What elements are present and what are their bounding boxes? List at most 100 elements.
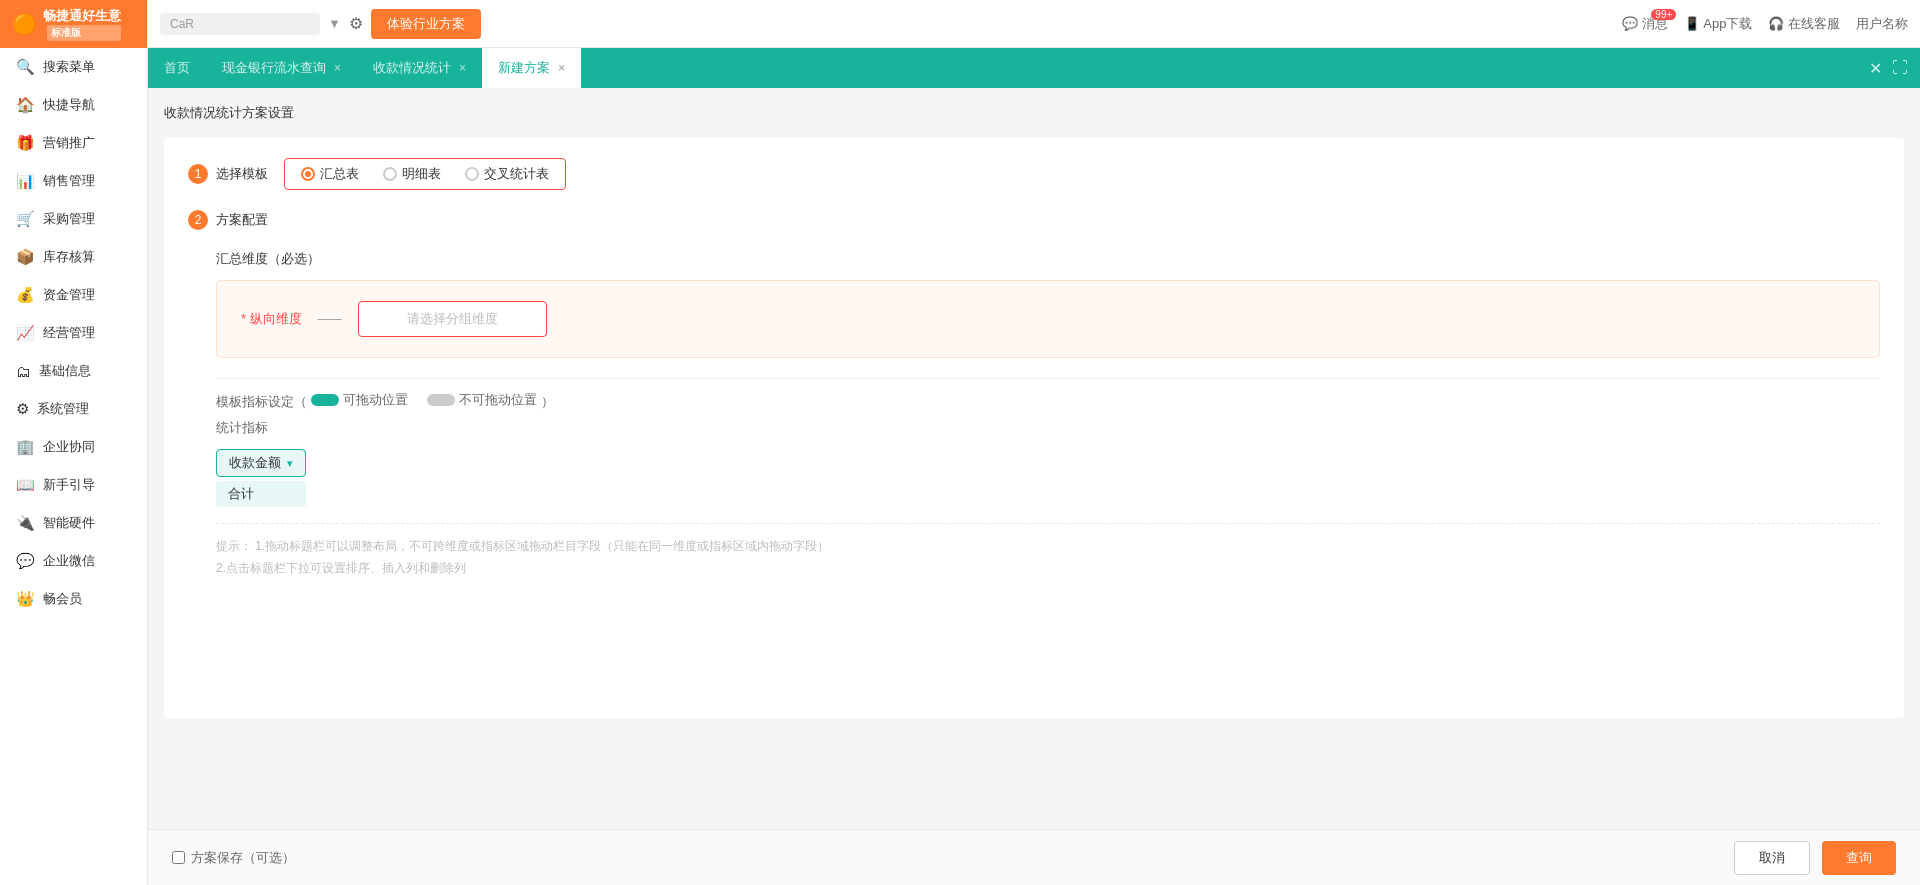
purchase-icon: 🛒: [16, 210, 35, 228]
sidebar-item-hardware[interactable]: 🔌 智能硬件: [0, 504, 147, 542]
hint-2: 2.点击标题栏下拉可设置排序、插入列和删除列: [216, 558, 1880, 580]
sidebar-item-finance[interactable]: 💰 资金管理: [0, 276, 147, 314]
sidebar-item-label: 库存核算: [43, 248, 95, 266]
basic-icon: 🗂: [16, 363, 31, 380]
step2-section: 2 方案配置 汇总维度（必选） * 纵向维度 —— 请选择分组维度: [188, 210, 1880, 579]
dim-row: * 纵向维度 —— 请选择分组维度: [241, 301, 1855, 337]
topbar-dropdown-arrow[interactable]: ▼: [328, 16, 341, 31]
indicator-section: 模板指标设定（ 可拖动位置 不可拖动位置 ）: [216, 391, 1880, 507]
sidebar-item-inventory[interactable]: 📦 库存核算: [0, 238, 147, 276]
radio-detail-dot: [383, 167, 397, 181]
sidebar-item-sales[interactable]: 📊 销售管理: [0, 162, 147, 200]
app-download-link[interactable]: 📱 App下载: [1684, 15, 1752, 33]
undraggable-toggle-off[interactable]: [427, 394, 455, 406]
sidebar-item-operation[interactable]: 📈 经营管理: [0, 314, 147, 352]
tab-receipt-close[interactable]: ×: [459, 61, 466, 75]
sidebar-item-label: 资金管理: [43, 286, 95, 304]
sidebar-item-guide[interactable]: 📖 新手引导: [0, 466, 147, 504]
summary-dim-title: 汇总维度（必选）: [216, 250, 1880, 268]
draggable-toggle-on[interactable]: [311, 394, 339, 406]
tab-maximize-icon[interactable]: ⛶: [1892, 59, 1908, 77]
sidebar-item-label: 企业协同: [43, 438, 95, 456]
draggable-label: 可拖动位置: [343, 391, 408, 409]
main-content: CaR ▼ ⚙ 体验行业方案 💬 消息 99+ 📱 App下载 🎧 在线客服 用…: [148, 0, 1920, 885]
topbar-gear-icon[interactable]: ⚙: [349, 14, 363, 33]
inventory-icon: 📦: [16, 248, 35, 266]
online-service-link[interactable]: 🎧 在线客服: [1768, 15, 1840, 33]
indicator-setting-label: 模板指标设定（ 可拖动位置 不可拖动位置 ）: [216, 391, 1880, 411]
sidebar-item-label: 快捷导航: [43, 96, 95, 114]
user-name[interactable]: 用户名称: [1856, 15, 1908, 33]
indicator-label-text: 模板指标设定（: [216, 394, 307, 409]
finance-icon: 💰: [16, 286, 35, 304]
wechat-icon: 💬: [16, 552, 35, 570]
radio-cross-dot: [465, 167, 479, 181]
step2-badge: 2: [188, 210, 208, 230]
tab-new-plan[interactable]: 新建方案 ×: [482, 48, 581, 88]
topbar: CaR ▼ ⚙ 体验行业方案 💬 消息 99+ 📱 App下载 🎧 在线客服 用…: [148, 0, 1920, 48]
undraggable-indicator: 不可拖动位置: [427, 391, 537, 409]
indicator-tag-row: 统计指标 收款金额 ▾ 合计: [216, 419, 1880, 507]
sidebar-item-wechat[interactable]: 💬 企业微信: [0, 542, 147, 580]
radio-summary-dot: [301, 167, 315, 181]
home-icon: 🏠: [16, 96, 35, 114]
indicator-subtag-total: 合计: [216, 481, 306, 507]
sidebar-item-purchase[interactable]: 🛒 采购管理: [0, 200, 147, 238]
divider: [216, 378, 1880, 379]
dim-placeholder-text: 请选择分组维度: [407, 311, 498, 326]
radio-detail-label: 明细表: [402, 165, 441, 183]
radio-detail[interactable]: 明细表: [383, 165, 441, 183]
dimension-area: * 纵向维度 —— 请选择分组维度: [216, 280, 1880, 358]
gift-icon: 🎁: [16, 134, 35, 152]
sidebar-logo: 🟠 畅捷通好生意 标准版: [0, 0, 147, 48]
content-area: 收款情况统计方案设置 1 选择模板 汇总表 明细表: [148, 88, 1920, 829]
stat-label: 统计指标: [216, 419, 306, 437]
logo-icon: 🟠: [12, 12, 37, 36]
radio-cross[interactable]: 交叉统计表: [465, 165, 549, 183]
footer: 方案保存（可选） 取消 查询: [148, 829, 1920, 885]
indicator-column: 统计指标 收款金额 ▾ 合计: [216, 419, 306, 507]
logo-text: 畅捷通好生意: [43, 7, 121, 25]
sidebar-item-enterprise[interactable]: 🏢 企业协同: [0, 428, 147, 466]
message-badge[interactable]: 💬 消息 99+: [1622, 15, 1668, 33]
indicator-tag-amount[interactable]: 收款金额 ▾: [216, 449, 306, 477]
tab-home[interactable]: 首页: [148, 48, 206, 88]
tab-bank[interactable]: 现金银行流水查询 ×: [206, 48, 357, 88]
sidebar-item-system[interactable]: ⚙ 系统管理: [0, 390, 147, 428]
tab-new-plan-close[interactable]: ×: [558, 61, 565, 75]
tab-receipt[interactable]: 收款情况统计 ×: [357, 48, 482, 88]
topbar-right: 💬 消息 99+ 📱 App下载 🎧 在线客服 用户名称: [1622, 15, 1908, 33]
cancel-button[interactable]: 取消: [1734, 841, 1810, 875]
save-checkbox[interactable]: [172, 851, 185, 864]
sidebar-item-search-menu[interactable]: 🔍 搜索菜单: [0, 48, 147, 86]
sidebar-item-member[interactable]: 👑 畅会员: [0, 580, 147, 618]
tab-close-icon[interactable]: ✕: [1869, 59, 1882, 78]
hint-area: 提示： 1.拖动标题栏可以调整布局，不可跨维度或指标区域拖动栏目字段（只能在同一…: [216, 523, 1880, 579]
draggable-indicator: 可拖动位置: [311, 391, 408, 409]
sidebar-item-label: 企业微信: [43, 552, 95, 570]
radio-summary[interactable]: 汇总表: [301, 165, 359, 183]
sidebar-item-label: 系统管理: [37, 400, 89, 418]
dim-row-label: * 纵向维度: [241, 310, 302, 328]
sidebar-item-label: 销售管理: [43, 172, 95, 190]
query-button[interactable]: 查询: [1822, 841, 1896, 875]
hardware-icon: 🔌: [16, 514, 35, 532]
sidebar-item-basic[interactable]: 🗂 基础信息: [0, 352, 147, 390]
sidebar-item-quick-nav[interactable]: 🏠 快捷导航: [0, 86, 147, 124]
sidebar: 🟠 畅捷通好生意 标准版 🔍 搜索菜单 🏠 快捷导航 🎁 营销推广 📊 销售管理…: [0, 0, 148, 885]
search-menu-icon: 🔍: [16, 58, 35, 76]
radio-summary-label: 汇总表: [320, 165, 359, 183]
message-count: 99+: [1651, 9, 1676, 20]
tab-bank-close[interactable]: ×: [334, 61, 341, 75]
tab-bank-label: 现金银行流水查询: [222, 59, 326, 77]
sidebar-item-label: 智能硬件: [43, 514, 95, 532]
step2-label: 方案配置: [216, 211, 268, 229]
dim-placeholder-box[interactable]: 请选择分组维度: [358, 301, 547, 337]
industry-plan-button[interactable]: 体验行业方案: [371, 9, 481, 39]
config-card: 1 选择模板 汇总表 明细表 交叉统计表: [164, 138, 1904, 718]
sidebar-item-marketing[interactable]: 🎁 营销推广: [0, 124, 147, 162]
topbar-search-box: CaR: [160, 13, 320, 35]
enterprise-icon: 🏢: [16, 438, 35, 456]
hint-1: 提示： 1.拖动标题栏可以调整布局，不可跨维度或指标区域拖动栏目字段（只能在同一…: [216, 536, 1880, 558]
sidebar-item-label: 畅会员: [43, 590, 82, 608]
